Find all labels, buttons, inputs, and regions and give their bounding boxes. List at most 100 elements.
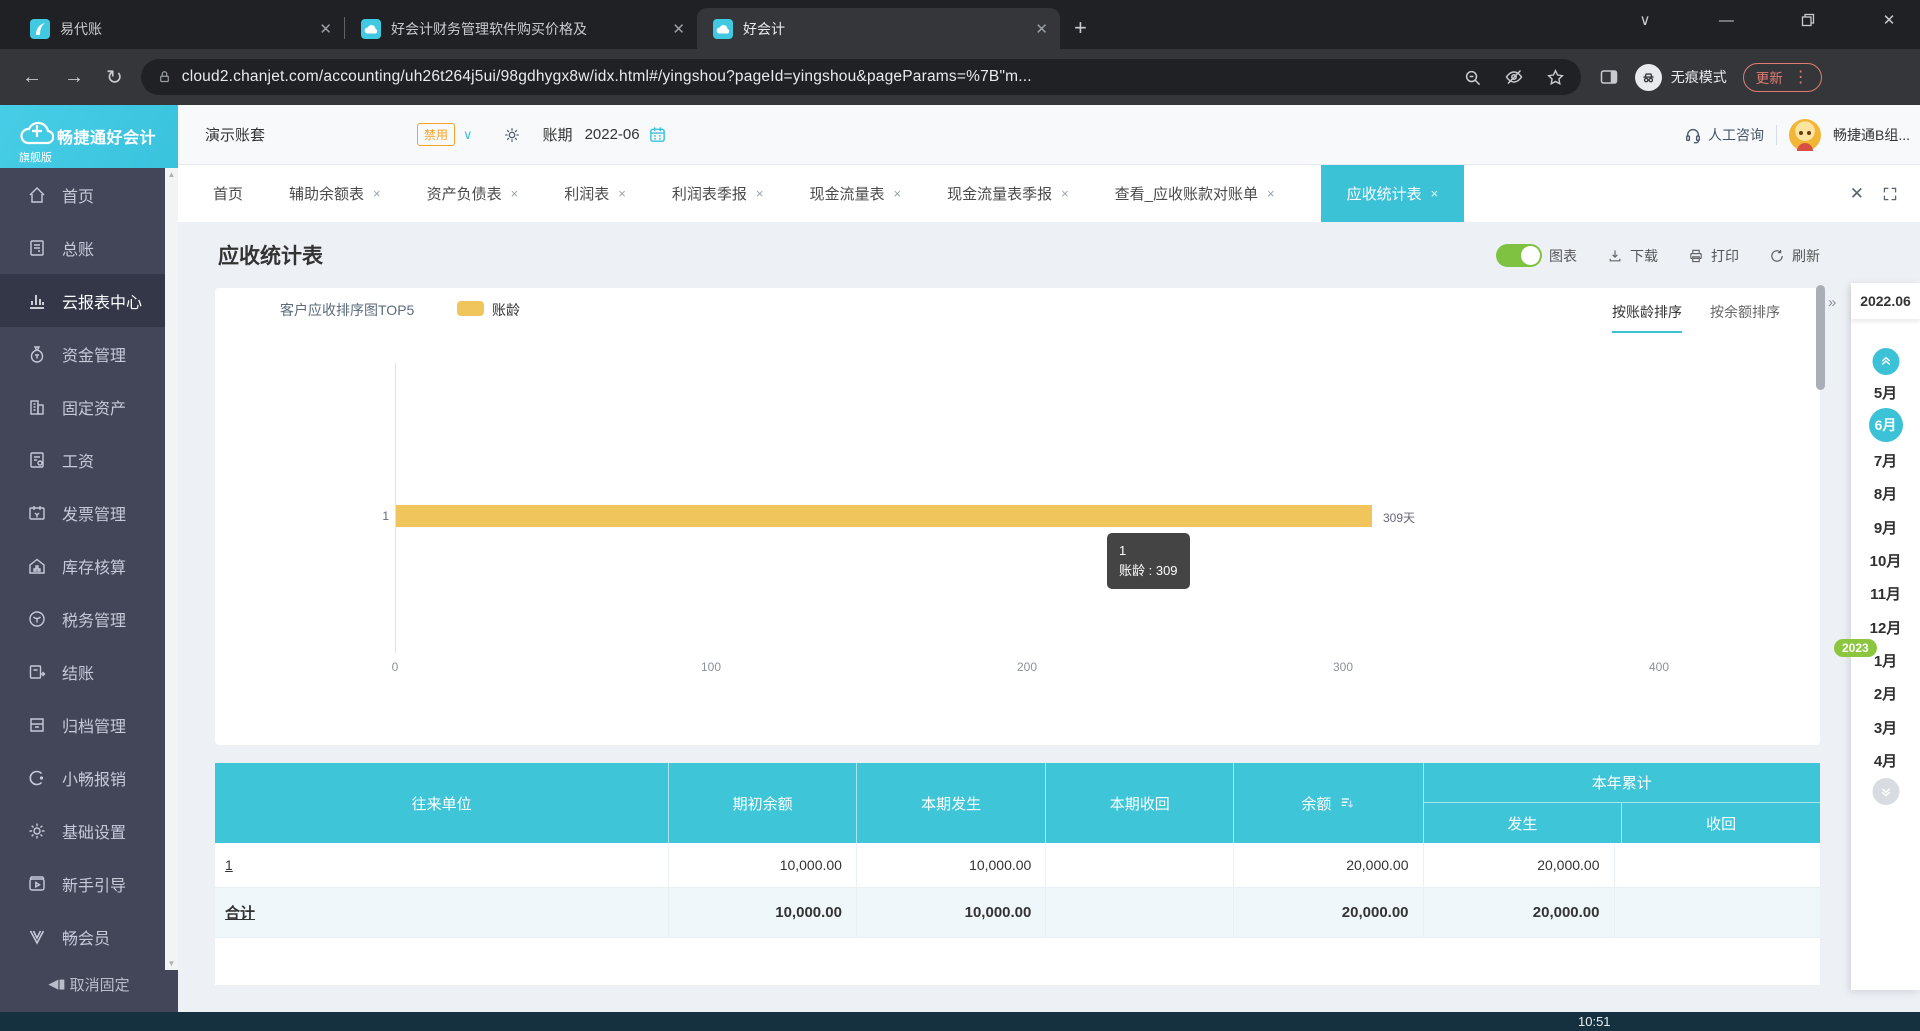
settings-gear-icon[interactable]	[503, 126, 521, 144]
invoice-icon	[29, 505, 45, 520]
fullscreen-icon[interactable]	[1882, 186, 1898, 202]
main-scrollbar-thumb[interactable]	[1816, 285, 1825, 390]
window-chevron-icon[interactable]: ∨	[1622, 11, 1668, 29]
report-tab-close-icon[interactable]: ×	[1431, 186, 1439, 201]
back-button[interactable]: ←	[22, 66, 42, 89]
report-tab-close-icon[interactable]: ×	[756, 186, 764, 201]
new-tab-button[interactable]: +	[1074, 15, 1087, 41]
calendar-month[interactable]: 5月	[1851, 382, 1920, 403]
browser-tab-haokuaiji-active[interactable]: 好会计 ✕	[697, 8, 1060, 49]
address-omnibox[interactable]: cloud2.chanjet.com/accounting/uh26t264j5…	[140, 59, 1581, 95]
sidebar-item-inventory[interactable]: 库存核算	[0, 539, 165, 592]
report-tab-close-icon[interactable]: ×	[1061, 186, 1069, 201]
logo-subtitle: 旗舰版	[19, 152, 52, 164]
disabled-badge[interactable]: 禁用	[417, 123, 456, 146]
sidebar-scrollbar[interactable]: ▲ ▼	[165, 168, 178, 970]
sort-by-age-tab[interactable]: 按账龄排序	[1612, 302, 1682, 333]
window-close-button[interactable]: ✕	[1866, 11, 1912, 29]
chart-toggle-switch[interactable]	[1496, 244, 1542, 267]
report-tab-balance-sheet[interactable]: 资产负债表 ×	[427, 183, 519, 204]
tab-close-icon[interactable]: ✕	[319, 20, 332, 38]
report-tab-income-quarterly[interactable]: 利润表季报 ×	[672, 183, 764, 204]
sidebar-unpin-button[interactable]: ◀▮ 取消固定	[0, 962, 178, 1006]
calendar-month[interactable]: 10月	[1851, 550, 1920, 571]
sidebar-item-fixed-assets[interactable]: 固定资产	[0, 380, 165, 433]
total-link[interactable]: 合计	[225, 902, 255, 923]
report-tab-ar-statement[interactable]: 查看_应收账款对账单 ×	[1115, 183, 1275, 204]
sidebar-item-invoices[interactable]: 发票管理	[0, 486, 165, 539]
window-minimize-button[interactable]: —	[1703, 12, 1749, 29]
sidebar-item-archive[interactable]: 归档管理	[0, 698, 165, 751]
calendar-month[interactable]: 4月	[1851, 750, 1920, 771]
calendar-month[interactable]: 3月	[1851, 717, 1920, 738]
eye-blocked-icon[interactable]	[1504, 67, 1524, 87]
account-chevron-down-icon[interactable]: ∨	[463, 127, 473, 143]
calendar-month[interactable]: 9月	[1851, 517, 1920, 538]
side-panel-icon[interactable]	[1599, 67, 1619, 87]
sidebar-item-member[interactable]: 畅会员	[0, 910, 165, 963]
bookmark-star-icon[interactable]	[1546, 68, 1565, 87]
tab-close-icon[interactable]: ✕	[1035, 20, 1048, 38]
report-tab-cashflow-quarterly[interactable]: 现金流量表季报 ×	[947, 183, 1069, 204]
refresh-button[interactable]: 刷新	[1769, 246, 1820, 266]
unit-link[interactable]: 1	[225, 857, 233, 873]
calendar-icon[interactable]	[648, 125, 667, 144]
sort-by-balance-tab[interactable]: 按余额排序	[1710, 302, 1780, 333]
sidebar-item-reimburse[interactable]: 小畅报销	[0, 751, 165, 804]
calendar-month[interactable]: 2月	[1851, 683, 1920, 704]
zoom-magnifier-icon[interactable]	[1463, 68, 1482, 87]
browser-update-button[interactable]: 更新 ⋮	[1742, 62, 1822, 92]
legend-swatch-age[interactable]	[457, 301, 484, 316]
browser-menu-icon[interactable]: ⋮	[1793, 67, 1809, 87]
report-tab-income-statement[interactable]: 利润表 ×	[564, 183, 626, 204]
sidebar-item-general-ledger[interactable]: 总账	[0, 221, 165, 274]
report-tab-cashflow[interactable]: 现金流量表 ×	[809, 183, 901, 204]
sidebar-item-home[interactable]: 首页	[0, 168, 165, 221]
print-button[interactable]: 打印	[1688, 246, 1739, 266]
calendar-month[interactable]: 12月	[1851, 617, 1920, 638]
browser-tab-haokuaiji-price[interactable]: 好会计财务管理软件购买价格及 ✕	[345, 8, 697, 49]
calendar-month[interactable]: 11月	[1851, 583, 1920, 604]
tab-close-icon[interactable]: ✕	[672, 20, 685, 38]
report-tab-close-icon[interactable]: ×	[511, 186, 519, 201]
download-button[interactable]: 下载	[1607, 246, 1658, 266]
sidebar-item-funds[interactable]: 资金管理	[0, 327, 165, 380]
report-tab-close-icon[interactable]: ×	[1267, 186, 1275, 201]
window-restore-button[interactable]	[1785, 13, 1831, 27]
sidebar-item-label: 工资	[62, 453, 95, 471]
calendar-scroll-up-button[interactable]	[1872, 348, 1899, 375]
calendar-month[interactable]: 8月	[1851, 483, 1920, 504]
sidebar-item-payroll[interactable]: 工资	[0, 433, 165, 486]
sidebar-item-cloud-reports[interactable]: 云报表中心	[0, 274, 165, 327]
table-row: 1 10,000.00 10,000.00 20,000.00 20,000.0…	[215, 843, 1820, 888]
report-tab-strip: 首页 辅助余额表 × 资产负债表 × 利润表 × 利润表季报 × 现金流量表 ×…	[178, 165, 1920, 222]
calendar-month[interactable]: 1月	[1851, 650, 1920, 671]
user-avatar[interactable]	[1788, 118, 1821, 151]
sort-descending-icon[interactable]	[1339, 795, 1355, 811]
calendar-month[interactable]: 7月	[1851, 450, 1920, 471]
report-tab-close-icon[interactable]: ×	[618, 186, 626, 201]
sidebar-item-tax[interactable]: 税务管理	[0, 592, 165, 645]
report-tab-home[interactable]: 首页	[213, 183, 243, 204]
chart-toggle[interactable]: 图表	[1496, 244, 1577, 267]
calendar-scroll-down-button[interactable]	[1872, 778, 1899, 805]
panel-collapse-icon[interactable]: »	[1828, 294, 1837, 311]
browser-tab-yidaizhang[interactable]: 易代账 ✕	[14, 8, 344, 49]
report-tab-close-icon[interactable]: ×	[373, 186, 381, 201]
sidebar-item-settings[interactable]: 基础设置	[0, 804, 165, 857]
user-name[interactable]: 畅捷通B组...	[1833, 125, 1910, 145]
legend-label-age[interactable]: 账龄	[492, 300, 520, 320]
report-tab-auxiliary-balance[interactable]: 辅助余额表 ×	[289, 183, 381, 204]
report-tab-close-icon[interactable]: ×	[893, 186, 901, 201]
support-link[interactable]: 人工咨询	[1684, 125, 1764, 145]
forward-button[interactable]: →	[64, 66, 84, 89]
reload-button[interactable]: ↻	[106, 65, 123, 90]
report-tab-ar-statistics[interactable]: 应收统计表 ×	[1320, 165, 1465, 222]
sidebar-item-guide[interactable]: 新手引导	[0, 857, 165, 910]
calendar-month-active[interactable]: 6月	[1868, 408, 1903, 442]
strip-close-icon[interactable]: ✕	[1850, 184, 1864, 204]
age-bar[interactable]	[396, 505, 1373, 527]
scroll-up-icon[interactable]: ▲	[168, 170, 176, 179]
window-controls: ∨ — ✕	[1622, 0, 1912, 40]
sidebar-item-closing[interactable]: 结账	[0, 645, 165, 698]
